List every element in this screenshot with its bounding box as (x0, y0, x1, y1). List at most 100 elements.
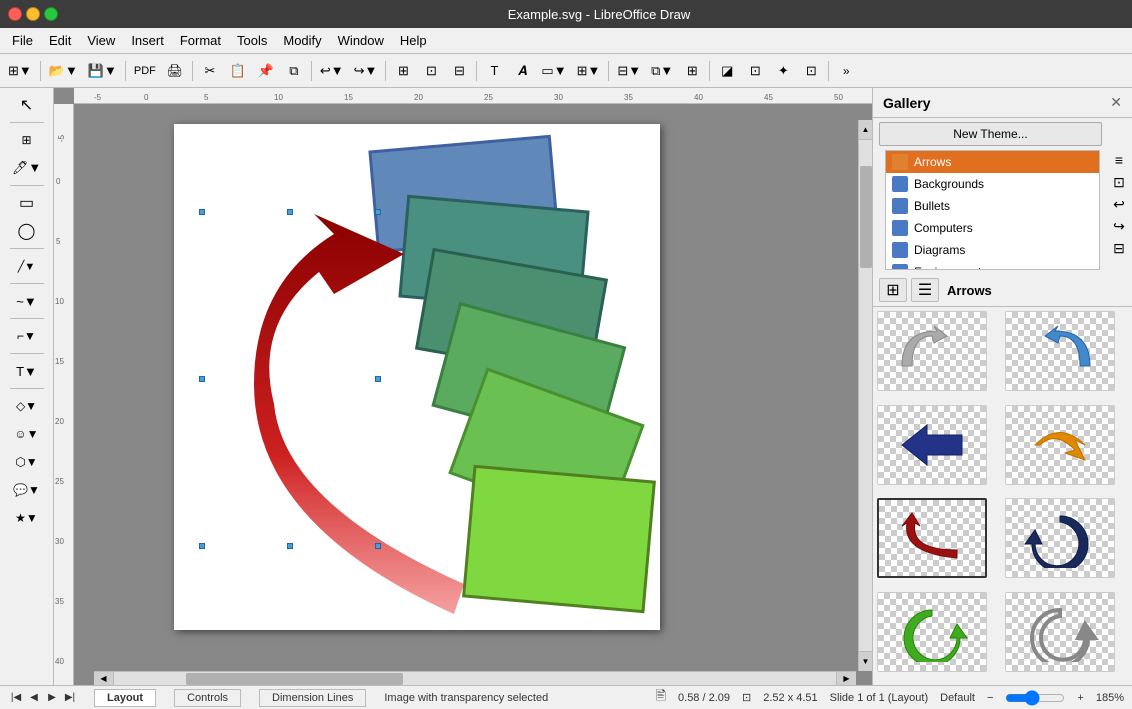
menu-view[interactable]: View (79, 30, 123, 51)
selection-handle-tl[interactable] (199, 209, 205, 215)
horizontal-scrollbar[interactable]: ◀ ▶ (94, 671, 856, 685)
zoom-page-btn[interactable]: ⊟ (446, 58, 472, 84)
pan-tool[interactable]: ⊞ (8, 127, 46, 153)
text-btn[interactable]: T (481, 58, 507, 84)
open-btn[interactable]: 📂▼ (45, 58, 82, 84)
gallery-arrow-8[interactable] (1005, 592, 1115, 672)
menu-file[interactable]: File (4, 30, 41, 51)
paste-btn[interactable]: 📌 (253, 58, 279, 84)
scroll-down[interactable]: ▼ (859, 651, 873, 671)
stars-tool[interactable]: ★▼ (8, 505, 46, 531)
redo-btn[interactable]: ↪▼ (350, 58, 382, 84)
save-btn[interactable]: 💾▼ (84, 58, 121, 84)
gallery-list-view-btn[interactable]: ☰ (911, 278, 939, 302)
nav-prev-btn[interactable]: ◀ (26, 690, 42, 706)
scroll-right[interactable]: ▶ (836, 672, 856, 686)
fit-page-btn[interactable]: ⊡ (418, 58, 444, 84)
nav-first-btn[interactable]: |◀ (8, 690, 24, 706)
gallery-close-btn[interactable]: ✕ (1110, 94, 1122, 111)
color-field-btn[interactable]: ▭▼ (537, 58, 570, 84)
scroll-up[interactable]: ▲ (859, 120, 873, 140)
tab-controls[interactable]: Controls (174, 689, 241, 707)
expand-btn[interactable]: » (833, 58, 859, 84)
gallery-arrow-6[interactable] (1005, 498, 1115, 578)
selection-handle-ml[interactable] (199, 376, 205, 382)
gallery-item-bullets[interactable]: Bullets (886, 195, 1099, 217)
gallery-side-btn-3[interactable]: ↩ (1109, 194, 1129, 214)
shadow-btn[interactable]: ◪ (714, 58, 740, 84)
group-btn[interactable]: ⊞ (679, 58, 705, 84)
scroll-left[interactable]: ◀ (94, 672, 114, 686)
curve-tool[interactable]: ~▼ (8, 288, 46, 314)
fontwork-btn[interactable]: 𝑨 (509, 58, 535, 84)
gallery-arrow-5[interactable] (877, 498, 987, 578)
gallery-item-arrows[interactable]: Arrows (886, 151, 1099, 173)
position-btn[interactable]: ⊞▼ (573, 58, 605, 84)
gallery-item-computers[interactable]: Computers (886, 217, 1099, 239)
scroll-thumb[interactable] (186, 673, 403, 685)
gallery-arrow-3[interactable] (877, 405, 987, 485)
tab-layout[interactable]: Layout (94, 689, 156, 707)
tab-dimension-lines[interactable]: Dimension Lines (259, 689, 366, 707)
print-btn[interactable]: 🖨 (162, 58, 188, 84)
gallery-side-btn-2[interactable]: ⊡ (1109, 172, 1129, 192)
arrange-btn[interactable]: ⧉▼ (647, 58, 677, 84)
menu-format[interactable]: Format (172, 30, 229, 51)
ellipse-tool[interactable]: ◯ (8, 218, 46, 244)
symbol-shapes-tool[interactable]: ☺▼ (8, 421, 46, 447)
menu-edit[interactable]: Edit (41, 30, 79, 51)
gallery-item-backgrounds[interactable]: Backgrounds (886, 173, 1099, 195)
nav-next-btn[interactable]: ▶ (44, 690, 60, 706)
gallery-side-btn-1[interactable]: ≡ (1109, 150, 1129, 170)
undo-btn[interactable]: ↩▼ (316, 58, 348, 84)
gallery-side-btn-5[interactable]: ⊟ (1109, 238, 1129, 258)
chart-insert-btn[interactable]: ⊞ (390, 58, 416, 84)
gallery-new-theme-btn[interactable]: New Theme... (879, 122, 1102, 146)
vertical-scrollbar[interactable]: ▲ ▼ (858, 120, 872, 671)
export-pdf-btn[interactable]: PDF (130, 58, 160, 84)
callout-tool[interactable]: 💬▼ (8, 477, 46, 503)
toggle-extrusion-btn[interactable]: ⊡ (798, 58, 824, 84)
gallery-grid-view-btn[interactable]: ⊞ (879, 278, 907, 302)
gallery-arrow-7[interactable] (877, 592, 987, 672)
gallery-arrow-2[interactable] (1005, 311, 1115, 391)
zoom-out-btn[interactable]: − (987, 692, 993, 704)
gallery-item-diagrams[interactable]: Diagrams (886, 239, 1099, 261)
nav-last-btn[interactable]: ▶| (62, 690, 78, 706)
connector-tool[interactable]: ⌐▼ (8, 323, 46, 349)
menu-tools[interactable]: Tools (229, 30, 275, 51)
gallery-item-environment[interactable]: Environment (886, 261, 1099, 270)
paint-tool[interactable]: 🖊▼ (8, 155, 46, 181)
gallery-arrow-1[interactable] (877, 311, 987, 391)
select-tool-btn[interactable]: ⊞▼ (4, 58, 36, 84)
menu-help[interactable]: Help (392, 30, 435, 51)
selection-handle-bm[interactable] (287, 543, 293, 549)
crop-btn[interactable]: ⊡ (742, 58, 768, 84)
maximize-button[interactable] (44, 7, 58, 21)
selection-handle-bl[interactable] (199, 543, 205, 549)
canvas-area[interactable]: -5 0 5 10 15 20 25 30 35 40 45 50 -5 (54, 88, 872, 685)
clone-btn[interactable]: ⧉ (281, 58, 307, 84)
menu-modify[interactable]: Modify (275, 30, 329, 51)
zoom-slider[interactable] (1005, 690, 1065, 706)
selection-handle-tr[interactable] (375, 209, 381, 215)
edit-points-btn[interactable]: ✦ (770, 58, 796, 84)
copy-btn[interactable]: 📋 (225, 58, 251, 84)
minimize-button[interactable] (26, 7, 40, 21)
menu-insert[interactable]: Insert (123, 30, 172, 51)
scroll-vthumb[interactable] (860, 166, 872, 268)
cut-btn[interactable]: ✂ (197, 58, 223, 84)
line-tool[interactable]: ╱▼ (8, 253, 46, 279)
menu-window[interactable]: Window (330, 30, 392, 51)
selection-handle-mr[interactable] (375, 376, 381, 382)
basic-shapes-tool[interactable]: ◇▼ (8, 393, 46, 419)
align-btn[interactable]: ⊟▼ (613, 58, 645, 84)
flowchart-tool[interactable]: ⬡▼ (8, 449, 46, 475)
gallery-side-btn-4[interactable]: ↪ (1109, 216, 1129, 236)
zoom-in-btn[interactable]: + (1077, 692, 1083, 704)
close-button[interactable] (8, 7, 22, 21)
selection-handle-tm[interactable] (287, 209, 293, 215)
select-tool[interactable]: ↖ (8, 92, 46, 118)
gallery-arrow-4[interactable] (1005, 405, 1115, 485)
text-tool[interactable]: T▼ (8, 358, 46, 384)
